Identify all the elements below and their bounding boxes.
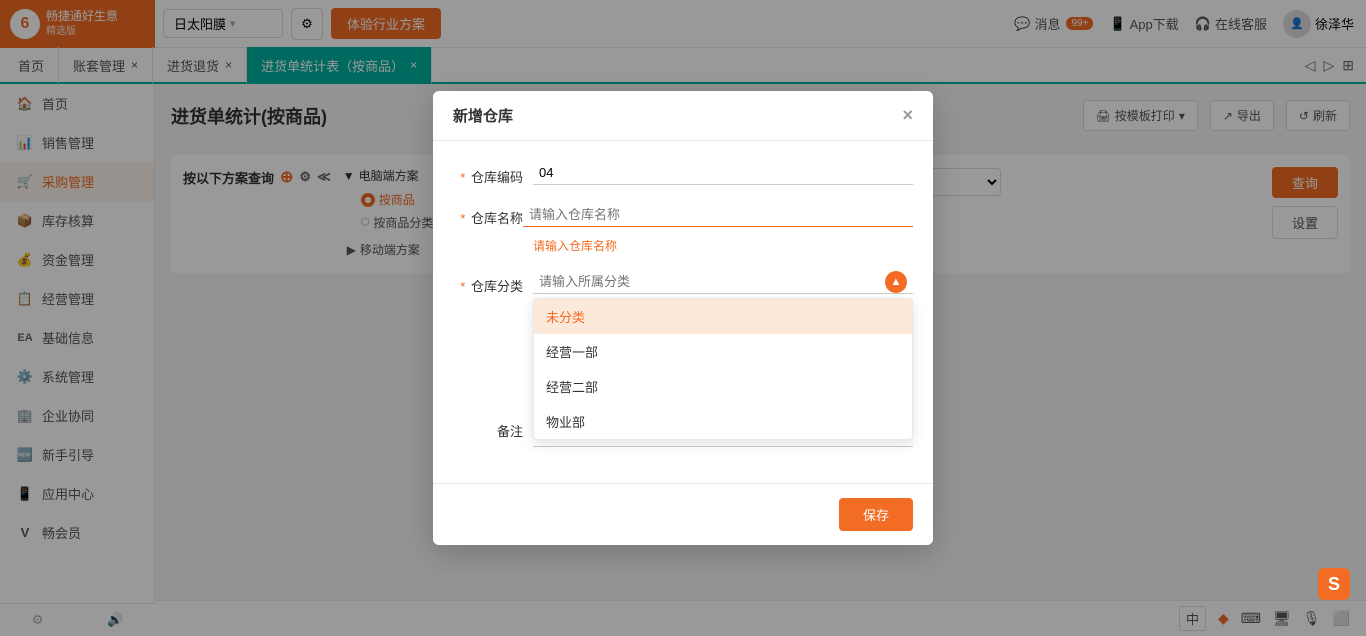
category-select-wrapper: ▲ 未分类 经营一部 经营二部 物业部 [533,270,913,294]
category-required-star: * [460,279,465,294]
category-input[interactable] [533,270,913,294]
modal-backdrop: 新增仓库 × * 仓库编码 * 仓库名称 [0,0,1366,636]
category-dropdown: 未分类 经营一部 经营二部 物业部 [533,298,913,440]
modal-close-button[interactable]: × [902,105,913,126]
name-field-inner: * 仓库名称 [453,202,913,227]
name-error-wrapper: 请输入仓库名称 [453,237,617,254]
dropdown-item-dept3[interactable]: 物业部 [534,404,912,439]
save-button[interactable]: 保存 [839,498,913,531]
remark-label: 备注 [453,415,523,440]
name-field-row: * 仓库名称 请输入仓库名称 [453,202,913,254]
code-field-row: * 仓库编码 [453,161,913,186]
code-required-star: * [460,170,465,185]
code-input[interactable] [533,161,913,185]
remark-label-text: 备注 [497,424,523,439]
dropdown-item-unclassified[interactable]: 未分类 [534,299,912,334]
code-label: * 仓库编码 [453,161,523,186]
dropdown-item-dept1[interactable]: 经营一部 [534,334,912,369]
category-label-text: 仓库分类 [471,279,523,294]
name-required-star: * [460,211,465,226]
name-label: * 仓库名称 [453,202,523,227]
modal-title: 新增仓库 [453,105,513,126]
name-error-msg: 请输入仓库名称 [533,239,617,253]
modal-header: 新增仓库 × [433,91,933,141]
s-logo: S [1318,568,1350,600]
dropdown-item-dept2[interactable]: 经营二部 [534,369,912,404]
category-arrow-button[interactable]: ▲ [885,271,907,293]
category-label: * 仓库分类 [453,270,523,295]
modal-footer: 保存 [433,483,933,545]
s-logo-text: S [1328,574,1340,595]
code-label-text: 仓库编码 [471,170,523,185]
name-input[interactable] [523,202,913,227]
category-field-row: * 仓库分类 ▲ 未分类 经营一部 经营二部 物业部 [453,270,913,295]
modal-body: * 仓库编码 * 仓库名称 请输入仓库名称 [433,141,933,483]
name-label-text: 仓库名称 [471,211,523,226]
add-warehouse-modal: 新增仓库 × * 仓库编码 * 仓库名称 [433,91,933,545]
chevron-up-icon: ▲ [891,276,902,288]
